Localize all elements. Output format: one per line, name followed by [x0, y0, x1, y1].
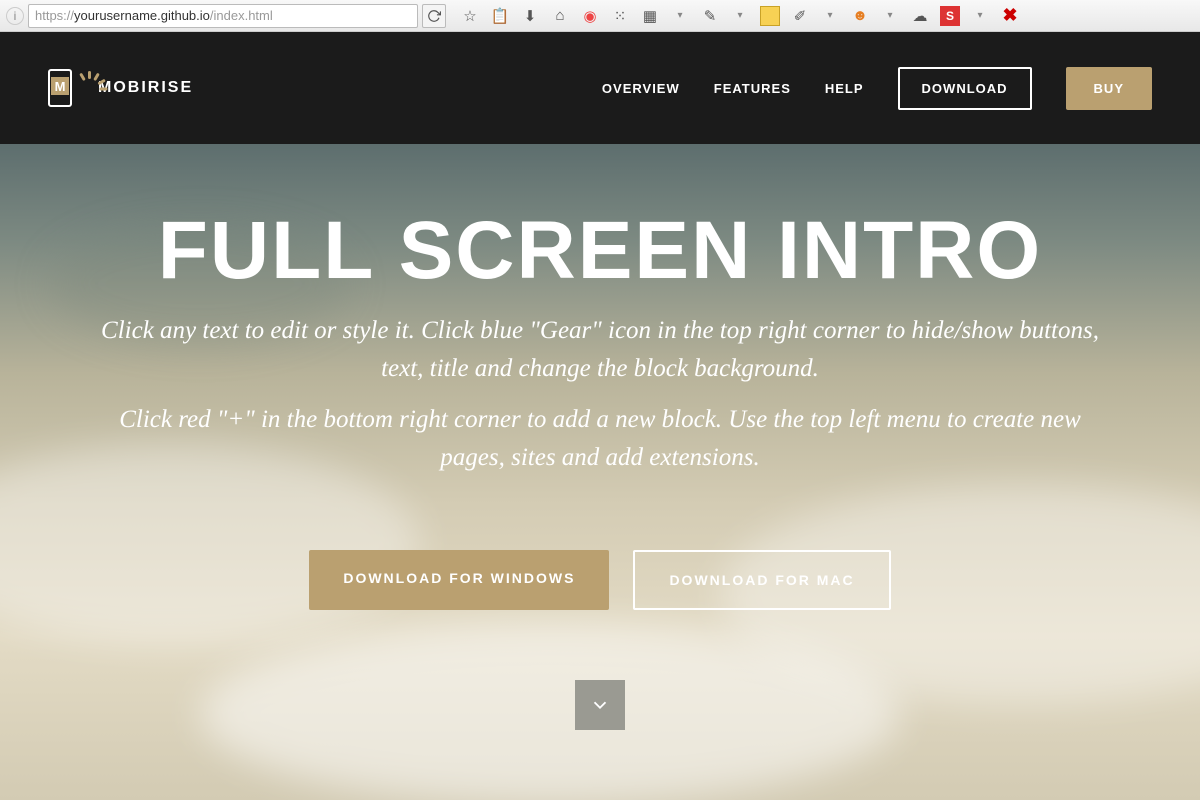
reload-button[interactable]: [422, 4, 446, 28]
download-mac-button[interactable]: DOWNLOAD FOR MAC: [633, 550, 890, 610]
url-path: /index.html: [210, 8, 273, 23]
x-extension-icon[interactable]: ✖: [1000, 6, 1020, 26]
clipboard-icon[interactable]: 📋: [490, 6, 510, 26]
hero-title[interactable]: FULL SCREEN INTRO: [158, 204, 1042, 298]
monkey-icon[interactable]: ☻: [850, 6, 870, 26]
colors-icon[interactable]: ⁙: [610, 6, 630, 26]
dropdown-icon[interactable]: ▾: [880, 6, 900, 26]
hero-subtitle-1[interactable]: Click any text to edit or style it. Clic…: [90, 312, 1110, 387]
duckduckgo-icon[interactable]: ◉: [580, 6, 600, 26]
s-extension-icon[interactable]: S: [940, 6, 960, 26]
nav-features[interactable]: FEATURES: [714, 81, 791, 96]
dropdown-icon[interactable]: ▾: [730, 6, 750, 26]
brush-icon[interactable]: ✎: [700, 6, 720, 26]
download-windows-button[interactable]: DOWNLOAD FOR WINDOWS: [309, 550, 609, 610]
brand-name: MOBIRISE: [98, 79, 193, 97]
chat-icon[interactable]: ☁: [910, 6, 930, 26]
home-icon[interactable]: ⌂: [550, 6, 570, 26]
hero-section: FULL SCREEN INTRO Click any text to edit…: [0, 144, 1200, 800]
hero-buttons: DOWNLOAD FOR WINDOWS DOWNLOAD FOR MAC: [309, 550, 890, 610]
mobirise-logo-icon: M: [48, 65, 84, 111]
chevron-down-icon: [589, 694, 611, 716]
nav-overview[interactable]: OVERVIEW: [602, 81, 680, 96]
main-nav: OVERVIEW FEATURES HELP DOWNLOAD BUY: [602, 67, 1152, 110]
url-scheme: https://: [35, 8, 74, 23]
nav-help[interactable]: HELP: [825, 81, 864, 96]
download-arrow-icon[interactable]: ⬇: [520, 6, 540, 26]
browser-toolbar-icons: ☆ 📋 ⬇ ⌂ ◉ ⁙ ▦ ▾ ✎ ▾ ✐ ▾ ☻ ▾ ☁ S ▾ ✖: [460, 6, 1020, 26]
browser-toolbar: i https:// yourusername.github.io /index…: [0, 0, 1200, 32]
address-bar[interactable]: https:// yourusername.github.io /index.h…: [28, 4, 418, 28]
site-header: M MOBIRISE OVERVIEW FEATURES HELP DOWNLO…: [0, 32, 1200, 144]
archive-icon[interactable]: ▦: [640, 6, 660, 26]
cloud-decoration: [200, 624, 900, 800]
scroll-down-button[interactable]: [575, 680, 625, 730]
info-icon[interactable]: i: [6, 7, 24, 25]
nav-download-button[interactable]: DOWNLOAD: [898, 67, 1032, 110]
ruler-icon[interactable]: [760, 6, 780, 26]
star-icon[interactable]: ☆: [460, 6, 480, 26]
brand-logo[interactable]: M MOBIRISE: [48, 65, 193, 111]
dropdown-icon[interactable]: ▾: [670, 6, 690, 26]
nav-buy-button[interactable]: BUY: [1066, 67, 1152, 110]
eyedropper-icon[interactable]: ✐: [790, 6, 810, 26]
dropdown-icon[interactable]: ▾: [970, 6, 990, 26]
hero-subtitle-2[interactable]: Click red "+" in the bottom right corner…: [90, 401, 1110, 476]
dropdown-icon[interactable]: ▾: [820, 6, 840, 26]
url-host: yourusername.github.io: [74, 8, 210, 23]
